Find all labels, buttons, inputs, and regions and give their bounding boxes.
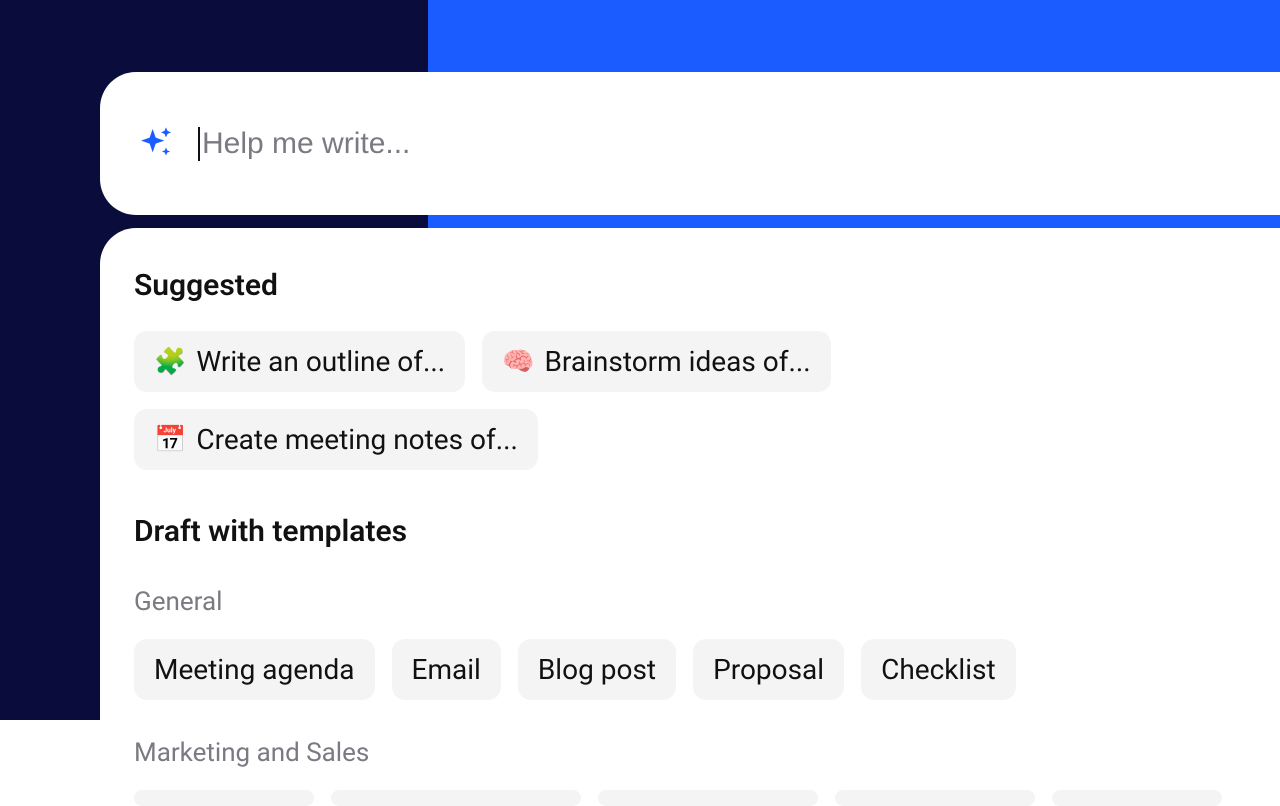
template-chip-partial[interactable]: [1052, 790, 1222, 806]
prompt-input[interactable]: [202, 127, 1280, 161]
templates-group-marketing: Marketing and Sales: [134, 738, 1246, 768]
suggested-chip-outline[interactable]: 🧩 Write an outline of...: [134, 331, 465, 392]
template-chip-partial[interactable]: [598, 790, 818, 806]
templates-row-marketing: [134, 790, 1246, 806]
template-chip-partial[interactable]: [331, 790, 581, 806]
templates-group-general: General: [134, 587, 1246, 617]
prompt-input-wrapper[interactable]: [198, 127, 1280, 161]
template-proposal[interactable]: Proposal: [693, 639, 844, 700]
chip-label: Create meeting notes of...: [196, 423, 518, 456]
template-chip-partial[interactable]: [835, 790, 1035, 806]
template-email[interactable]: Email: [392, 639, 501, 700]
sparkle-icon: [136, 124, 176, 164]
suggested-chip-brainstorm[interactable]: 🧠 Brainstorm ideas of...: [482, 331, 830, 392]
suggested-heading: Suggested: [134, 268, 1246, 303]
templates-heading: Draft with templates: [134, 514, 1246, 549]
puzzle-icon: 🧩: [154, 347, 186, 377]
suggestions-panel: Suggested 🧩 Write an outline of... 🧠 Bra…: [100, 228, 1280, 720]
suggested-chip-meeting-notes[interactable]: 📅 Create meeting notes of...: [134, 409, 538, 470]
template-meeting-agenda[interactable]: Meeting agenda: [134, 639, 375, 700]
brain-icon: 🧠: [502, 347, 534, 377]
calendar-icon: 📅: [154, 425, 186, 455]
template-blog-post[interactable]: Blog post: [518, 639, 676, 700]
suggested-row: 🧩 Write an outline of... 🧠 Brainstorm id…: [134, 331, 1246, 470]
template-checklist[interactable]: Checklist: [861, 639, 1016, 700]
prompt-panel: [100, 72, 1280, 215]
chip-label: Write an outline of...: [196, 345, 445, 378]
templates-row-general: Meeting agenda Email Blog post Proposal …: [134, 639, 1246, 700]
chip-label: Brainstorm ideas of...: [544, 345, 810, 378]
text-cursor: [198, 127, 200, 161]
template-chip-partial[interactable]: [134, 790, 314, 806]
